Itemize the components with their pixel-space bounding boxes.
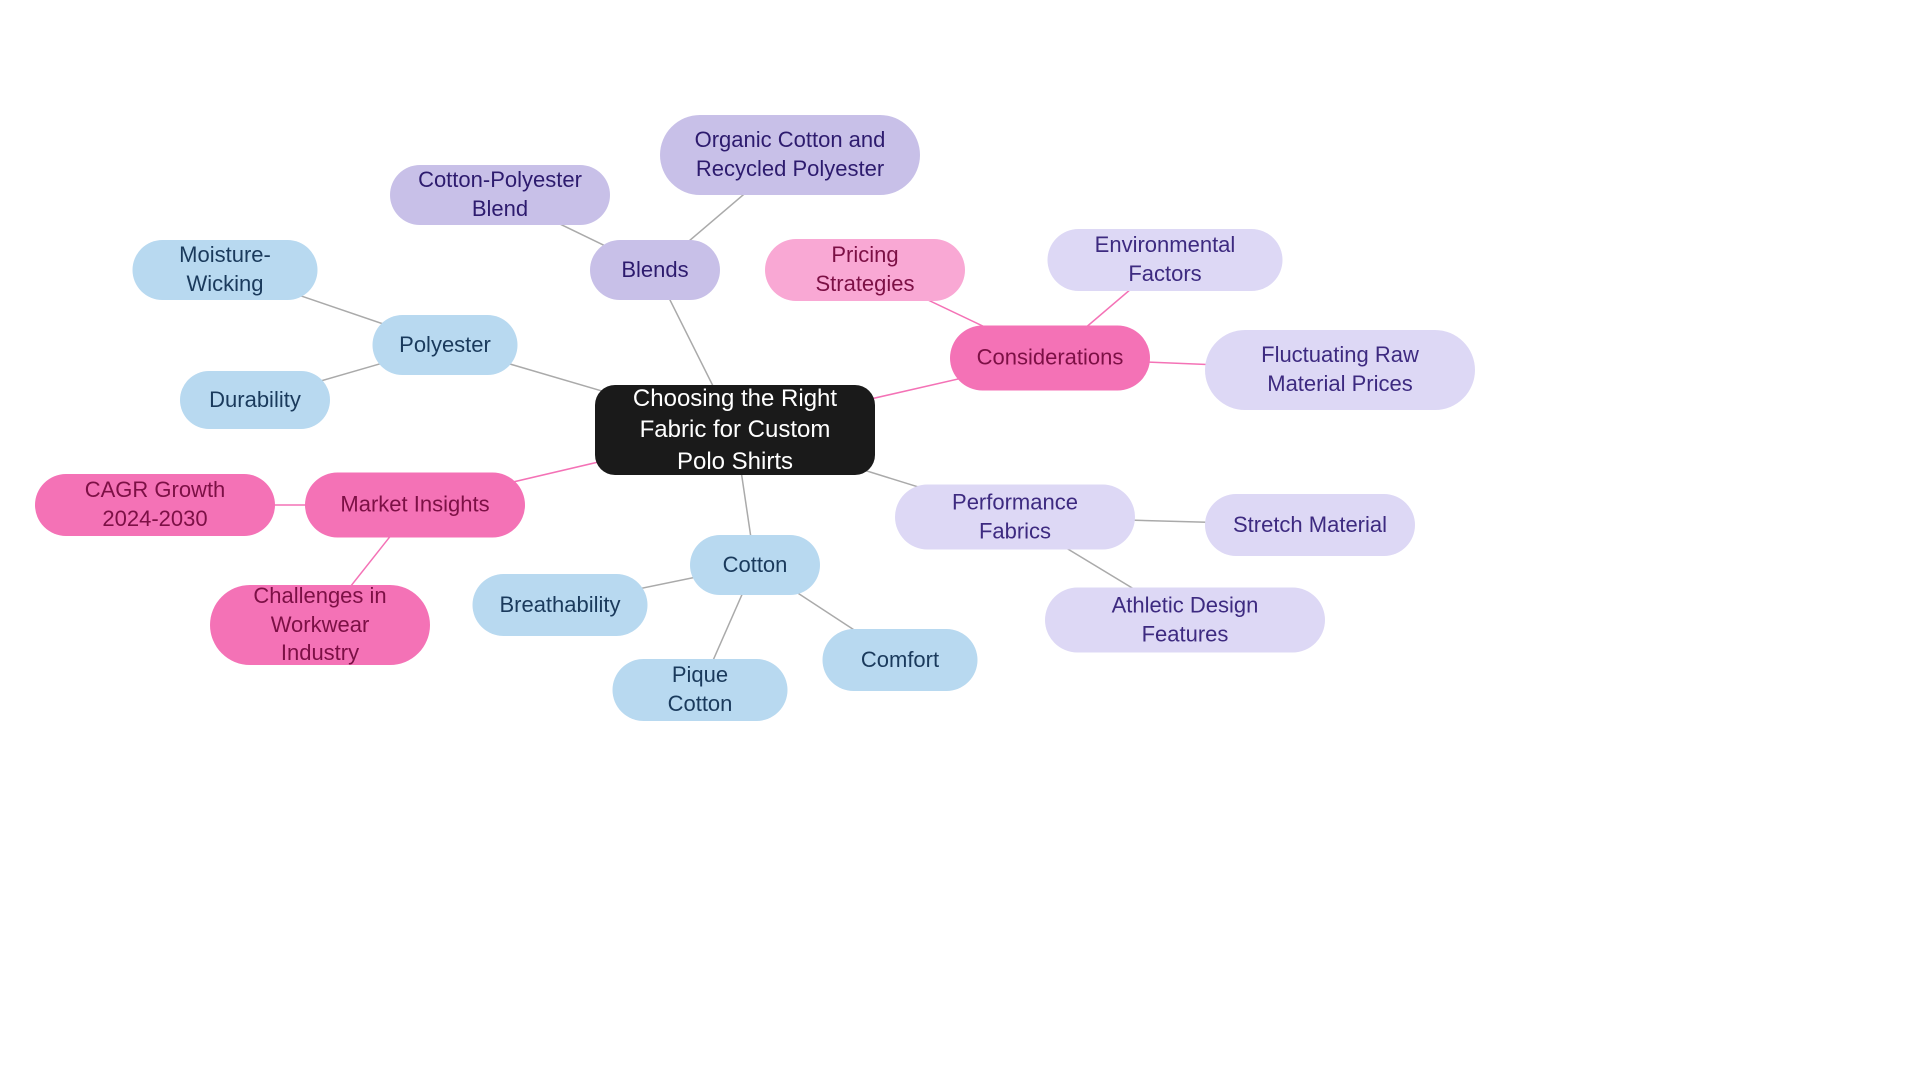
athletic-design-features-node: Athletic Design Features (1045, 588, 1325, 653)
market-insights-node: Market Insights (305, 473, 525, 538)
moisture-wicking-node: Moisture-Wicking (133, 240, 318, 300)
cagr-growth-node: CAGR Growth 2024-2030 (35, 474, 275, 536)
considerations-node: Considerations (950, 326, 1150, 391)
durability-node: Durability (180, 371, 330, 429)
polyester-node: Polyester (373, 315, 518, 375)
comfort-node: Comfort (823, 629, 978, 691)
challenges-workwear-node: Challenges in Workwear Industry (210, 585, 430, 665)
pique-cotton-node: Pique Cotton (613, 659, 788, 721)
environmental-factors-node: Environmental Factors (1048, 229, 1283, 291)
cotton-polyester-blend-node: Cotton-Polyester Blend (390, 165, 610, 225)
organic-cotton-node: Organic Cotton and Recycled Polyester (660, 115, 920, 195)
cotton-node: Cotton (690, 535, 820, 595)
fluctuating-raw-material-node: Fluctuating Raw Material Prices (1205, 330, 1475, 410)
center-node: Choosing the Right Fabric for Custom Pol… (595, 385, 875, 475)
breathability-node: Breathability (473, 574, 648, 636)
blends-node: Blends (590, 240, 720, 300)
pricing-strategies-node: Pricing Strategies (765, 239, 965, 301)
stretch-material-node: Stretch Material (1205, 494, 1415, 556)
performance-fabrics-node: Performance Fabrics (895, 485, 1135, 550)
